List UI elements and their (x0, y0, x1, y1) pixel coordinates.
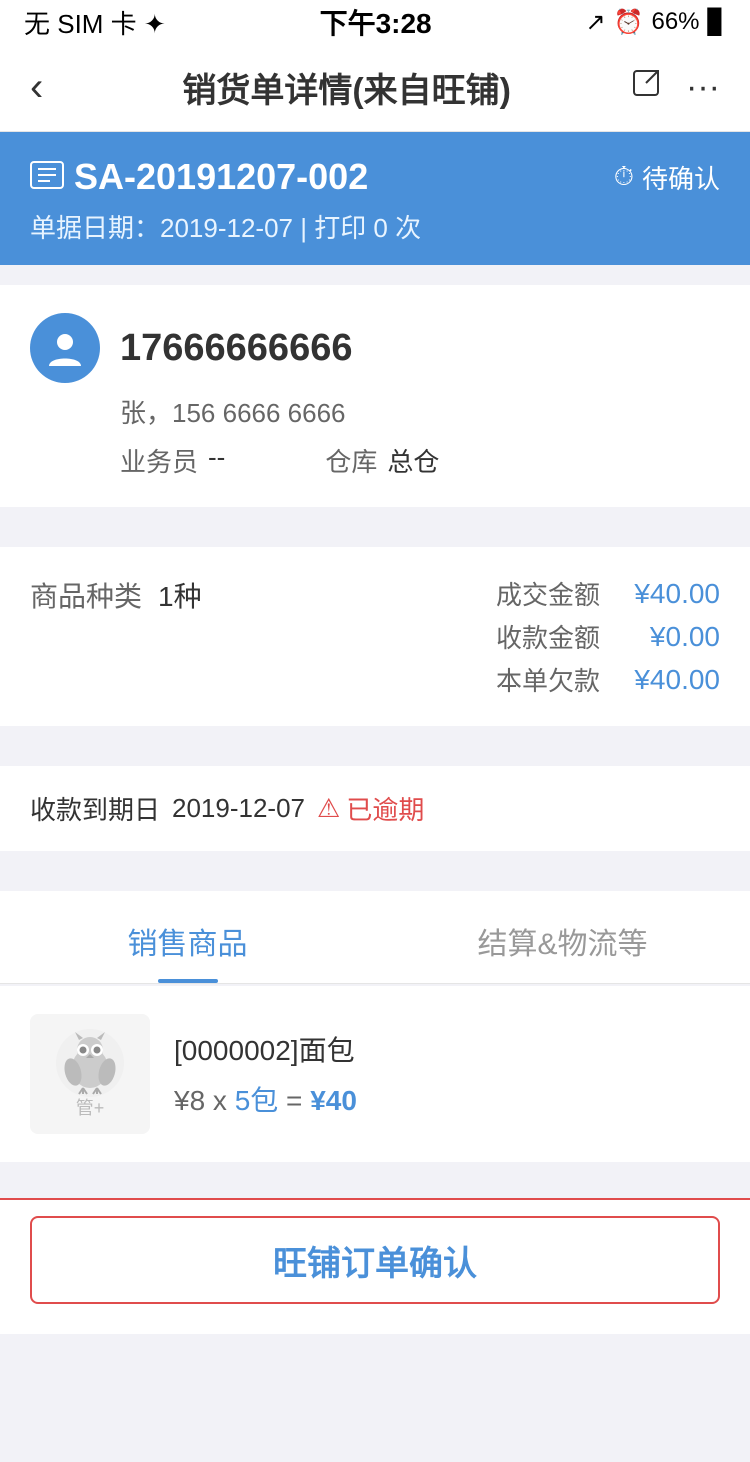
amount-row-1: 收款金额 ¥0.00 (496, 618, 720, 655)
share-button[interactable] (630, 67, 662, 108)
summary-card: 商品种类 1种 成交金额 ¥40.00 收款金额 ¥0.00 本单欠款 ¥40.… (0, 547, 750, 726)
customer-meta: 业务员 -- 仓库 总仓 (120, 442, 720, 479)
avatar (30, 313, 100, 383)
tab-settlement[interactable]: 结算&物流等 (375, 891, 750, 983)
product-thumbnail: 管+ (30, 1014, 150, 1134)
customer-card: 17666666666 张，156 6666 6666 业务员 -- 仓库 总仓 (0, 285, 750, 507)
alarm-icon: ⏰ (614, 8, 644, 37)
type-value: 1种 (158, 575, 202, 615)
due-date-card: 收款到期日 2019-12-07 ⚠ 已逾期 (0, 766, 750, 851)
product-list: 管+ [0000002]面包 ¥8 x 5包 = ¥40 (0, 986, 750, 1162)
product-name: [0000002]面包 (174, 1029, 720, 1069)
product-item: 管+ [0000002]面包 ¥8 x 5包 = ¥40 (0, 986, 750, 1162)
divider-2 (0, 726, 750, 746)
location-icon: ↗ (585, 8, 605, 37)
due-date-label: 收款到期日 (30, 790, 160, 827)
type-label: 商品种类 (30, 575, 142, 615)
battery-level: 66% (651, 8, 699, 36)
sales-label: 业务员 (120, 442, 198, 479)
status-time: 下午3:28 (320, 2, 432, 42)
status-right: ↗ ⏰ 66% ▊ (585, 8, 726, 37)
customer-sub-info: 张，156 6666 6666 (120, 393, 720, 430)
nav-bar: ‹ 销货单详情(来自旺铺) ··· (0, 44, 750, 132)
warehouse-value: 总仓 (387, 442, 439, 479)
product-price: ¥8 x 5包 = ¥40 (174, 1079, 720, 1119)
due-date-value: 2019-12-07 (172, 793, 305, 824)
tab-sales-products[interactable]: 销售商品 (0, 891, 375, 983)
overdue-badge: ⚠ 已逾期 (317, 790, 424, 827)
tabs: 销售商品 结算&物流等 (0, 891, 750, 984)
status-left: 无 SIM 卡 ✦ (24, 4, 166, 41)
customer-phone: 17666666666 (120, 327, 352, 370)
order-id: SA-20191207-002 (30, 156, 368, 198)
page-title: 销货单详情(来自旺铺) (63, 63, 630, 112)
status-text: 待确认 (642, 159, 720, 196)
amount-row-0: 成交金额 ¥40.00 (496, 575, 720, 612)
price-base: ¥8 x (174, 1085, 235, 1116)
amount-row-2: 本单欠款 ¥40.00 (496, 661, 720, 698)
sim-status: 无 SIM 卡 ✦ (24, 4, 166, 41)
order-header: SA-20191207-002 ⏱ 待确认 单据日期：2019-12-07 | … (0, 132, 750, 265)
price-qty: 5包 (235, 1085, 279, 1116)
battery-icon: ▊ (708, 8, 726, 37)
back-button[interactable]: ‹ (30, 65, 63, 110)
more-button[interactable]: ··· (686, 68, 720, 107)
warehouse-label: 仓库 (325, 442, 377, 479)
sales-value: -- (208, 442, 225, 479)
order-id-icon (30, 156, 64, 198)
product-detail: [0000002]面包 ¥8 x 5包 = ¥40 (174, 1029, 720, 1119)
overdue-icon: ⚠ (317, 793, 340, 824)
bottom-bar: 旺铺订单确认 (0, 1198, 750, 1334)
status-bar: 无 SIM 卡 ✦ 下午3:28 ↗ ⏰ 66% ▊ (0, 0, 750, 44)
summary-amounts: 成交金额 ¥40.00 收款金额 ¥0.00 本单欠款 ¥40.00 (496, 575, 720, 698)
confirm-order-button[interactable]: 旺铺订单确认 (30, 1216, 720, 1304)
order-id-text: SA-20191207-002 (74, 156, 368, 198)
order-date: 单据日期：2019-12-07 | 打印 0 次 (30, 208, 720, 245)
divider-3 (0, 851, 750, 871)
overdue-text: 已逾期 (346, 790, 424, 827)
order-status: ⏱ 待确认 (614, 159, 720, 196)
status-clock-icon: ⏱ (614, 161, 634, 193)
price-equals: = (278, 1085, 310, 1116)
nav-actions: ··· (630, 67, 720, 108)
price-total: ¥40 (310, 1085, 357, 1116)
divider-1 (0, 507, 750, 527)
